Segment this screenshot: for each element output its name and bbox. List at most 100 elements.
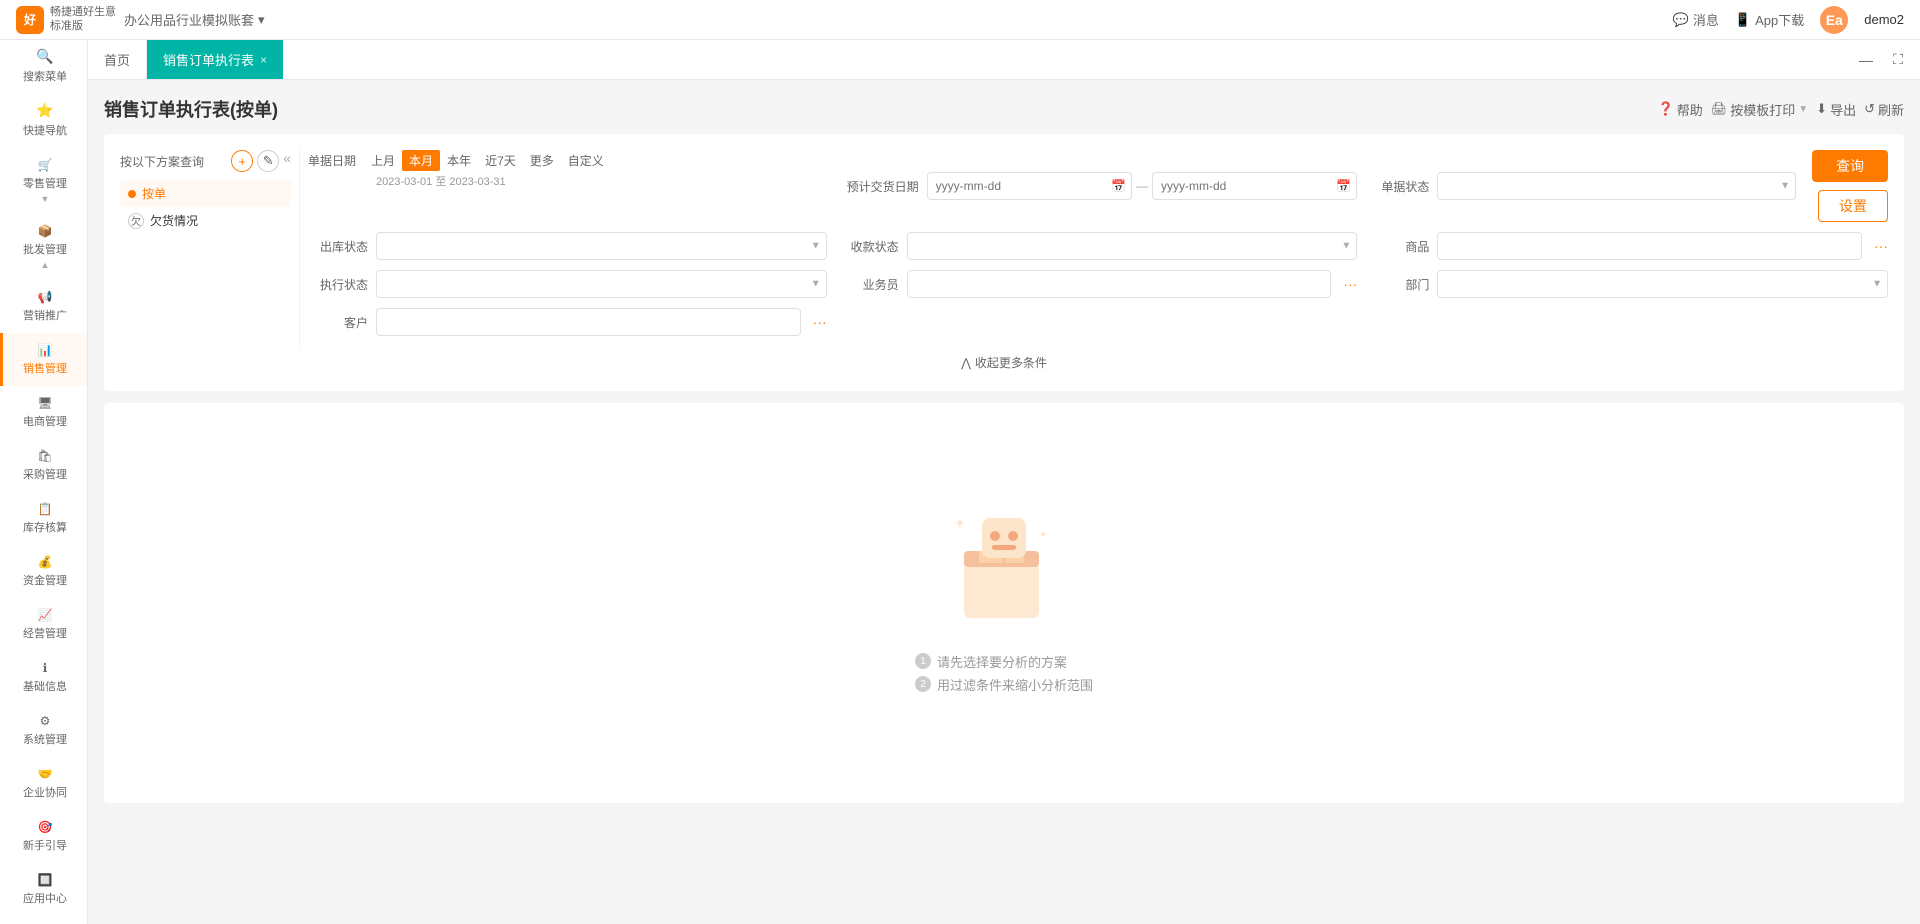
sidebar-item-ecommerce[interactable]: 🖥 电商管理 <box>0 386 87 439</box>
goods-more-icon[interactable]: ··· <box>1874 238 1888 254</box>
filter-row-2: 出库状态 ▼ 收款状态 <box>308 232 1888 260</box>
avatar[interactable]: Ea <box>1820 6 1848 34</box>
management-icon: 📈 <box>38 608 53 622</box>
sidebar-guide-label: 新手引导 <box>23 837 67 853</box>
empty-hint-1: 1 请先选择要分析的方案 <box>915 652 1093 671</box>
sidebar-shortcut-label: 快捷导航 <box>23 122 67 138</box>
sidebar-base-info-label: 基础信息 <box>23 678 67 694</box>
sidebar-purchase-label: 采购管理 <box>23 466 67 482</box>
filter-row-4: 客户 ··· <box>308 308 1888 336</box>
sidebar-item-wechat[interactable]: 💬 企业微信 <box>0 916 87 924</box>
tab-minimize-button[interactable]: — <box>1852 46 1880 74</box>
sidebar-item-system[interactable]: ⚙ 系统管理 <box>0 704 87 757</box>
breadcrumb[interactable]: 办公用品行业模拟账套 ▾ <box>124 10 265 29</box>
execute-select[interactable] <box>376 270 827 298</box>
date-tab-last-month[interactable]: 上月 <box>364 150 402 171</box>
delivery-select[interactable] <box>376 232 827 260</box>
filter-expected-date-field: 预计交货日期 📅 — 📅 <box>839 150 1358 222</box>
tab-bar: 首页 销售订单执行表 × — ⛶ <box>88 40 1920 80</box>
sidebar-item-base-info[interactable]: ℹ 基础信息 <box>0 651 87 704</box>
filter-scheme-title: 按以下方案查询 + ✎ « <box>120 150 291 172</box>
sidebar-shortcut[interactable]: ⭐ 快捷导航 <box>0 92 87 148</box>
expected-date-start-input[interactable] <box>927 172 1132 200</box>
minimize-icon: — <box>1859 52 1873 68</box>
tab-home[interactable]: 首页 <box>88 40 147 79</box>
collapse-button[interactable]: ⋀ 收起更多条件 <box>949 350 1059 375</box>
sidebar-item-cooperation[interactable]: 🤝 企业协同 <box>0 757 87 810</box>
sidebar-search-label: 搜索菜单 <box>23 68 67 84</box>
message-icon: 💬 <box>1673 12 1689 28</box>
export-button[interactable]: ⬇ 导出 <box>1816 100 1856 119</box>
retail-icon: 🛒 <box>38 158 53 172</box>
system-icon: ⚙ <box>40 714 51 728</box>
tab-active[interactable]: 销售订单执行表 × <box>147 40 283 79</box>
dept-select[interactable] <box>1437 270 1888 298</box>
results-area: ✦ ✦ 1 请先选择要分析的方案 2 用过滤条件来缩小分析范围 <box>104 403 1904 803</box>
app-download-button[interactable]: 📱 App下载 <box>1735 10 1804 29</box>
scheme-item-press[interactable]: 按单 <box>120 180 291 207</box>
sidebar-item-wholesale[interactable]: 📦 批发管理 ▲ <box>0 214 87 280</box>
expected-date-end-input[interactable] <box>1152 172 1357 200</box>
sidebar-item-purchase[interactable]: 🛍 采购管理 <box>0 439 87 492</box>
content-area: 首页 销售订单执行表 × — ⛶ 销售订单执行表(按单) <box>88 40 1920 924</box>
sales-icon: 📊 <box>38 343 53 357</box>
edit-scheme-button[interactable]: ✎ <box>257 150 279 172</box>
date-tab-this-year[interactable]: 本年 <box>440 150 478 171</box>
goods-input[interactable] <box>1437 232 1862 260</box>
sidebar-management-label: 经营管理 <box>23 625 67 641</box>
collapse-scheme-button[interactable]: « <box>283 150 291 172</box>
sidebar-ecommerce-label: 电商管理 <box>23 413 67 429</box>
sidebar-item-inventory[interactable]: 📋 库存核算 <box>0 492 87 545</box>
query-button[interactable]: 查询 <box>1812 150 1888 182</box>
filter-collection-field: 收款状态 ▼ <box>839 232 1358 260</box>
salesman-input[interactable] <box>907 270 1332 298</box>
sidebar-item-retail[interactable]: 🛒 零售管理 ▼ <box>0 148 87 214</box>
edit-icon: ✎ <box>263 153 274 169</box>
collection-select[interactable] <box>907 232 1358 260</box>
sidebar-search[interactable]: 🔍 搜索菜单 <box>0 40 87 92</box>
purchase-icon: 🛍 <box>37 449 52 463</box>
sidebar-item-guide[interactable]: 🎯 新手引导 <box>0 810 87 863</box>
print-button[interactable]: 🖨 按模板打印 ▼ <box>1711 100 1808 119</box>
filter-delivery-field: 出库状态 ▼ <box>308 232 827 260</box>
customer-more-icon[interactable]: ··· <box>813 314 827 330</box>
add-scheme-button[interactable]: + <box>231 150 253 172</box>
scheme-item-owe[interactable]: 欠 欠货情况 <box>120 207 291 234</box>
status-select[interactable] <box>1437 172 1796 200</box>
message-button[interactable]: 💬 消息 <box>1673 10 1719 29</box>
svg-text:✦: ✦ <box>1039 530 1047 541</box>
page-actions: ❓ 帮助 🖨 按模板打印 ▼ ⬇ 导出 ↺ 刷新 <box>1658 100 1904 119</box>
date-tab-this-month[interactable]: 本月 <box>402 150 440 171</box>
sidebar-item-management[interactable]: 📈 经营管理 <box>0 598 87 651</box>
scheme-press-label: 按单 <box>142 185 166 202</box>
salesman-more-icon[interactable]: ··· <box>1343 276 1357 292</box>
chevron-down-icon: ▼ <box>41 194 50 204</box>
refresh-button[interactable]: ↺ 刷新 <box>1864 100 1904 119</box>
help-button[interactable]: ❓ 帮助 <box>1658 100 1703 119</box>
settings-button[interactable]: 设置 <box>1818 190 1888 222</box>
sidebar-item-marketing[interactable]: 📢 营销推广 <box>0 280 87 333</box>
sidebar-item-finance[interactable]: 💰 资金管理 <box>0 545 87 598</box>
tab-close-button[interactable]: × <box>260 53 267 67</box>
date-tab-7days[interactable]: 近7天 <box>478 150 523 171</box>
sidebar-marketing-label: 营销推广 <box>23 307 67 323</box>
sidebar-sales-label: 销售管理 <box>23 360 67 376</box>
query-btn-group: 查询 设置 <box>1812 150 1888 222</box>
tab-maximize-button[interactable]: ⛶ <box>1884 46 1912 74</box>
customer-input[interactable] <box>376 308 801 336</box>
empty-illustration: ✦ ✦ <box>944 508 1064 628</box>
export-icon: ⬇ <box>1816 101 1827 117</box>
sidebar-cooperation-label: 企业协同 <box>23 784 67 800</box>
sidebar-item-sales[interactable]: 📊 销售管理 <box>0 333 87 386</box>
expected-date-end-wrap: 📅 <box>1152 172 1357 200</box>
empty-hint-2: 2 用过滤条件来缩小分析范围 <box>915 675 1093 694</box>
delivery-label: 出库状态 <box>308 238 368 255</box>
date-tab-more[interactable]: 更多 <box>523 150 561 171</box>
wholesale-icon: 📦 <box>38 224 53 238</box>
print-icon: 🖨 <box>1711 101 1728 117</box>
filter-date-field: 单据日期 上月 本月 本年 近7天 更多 自定义 <box>308 150 827 222</box>
date-label: 单据日期 <box>308 152 356 169</box>
sidebar-item-app-center[interactable]: 🔲 应用中心 <box>0 863 87 916</box>
execute-label: 执行状态 <box>308 276 368 293</box>
date-tab-custom[interactable]: 自定义 <box>561 150 611 171</box>
